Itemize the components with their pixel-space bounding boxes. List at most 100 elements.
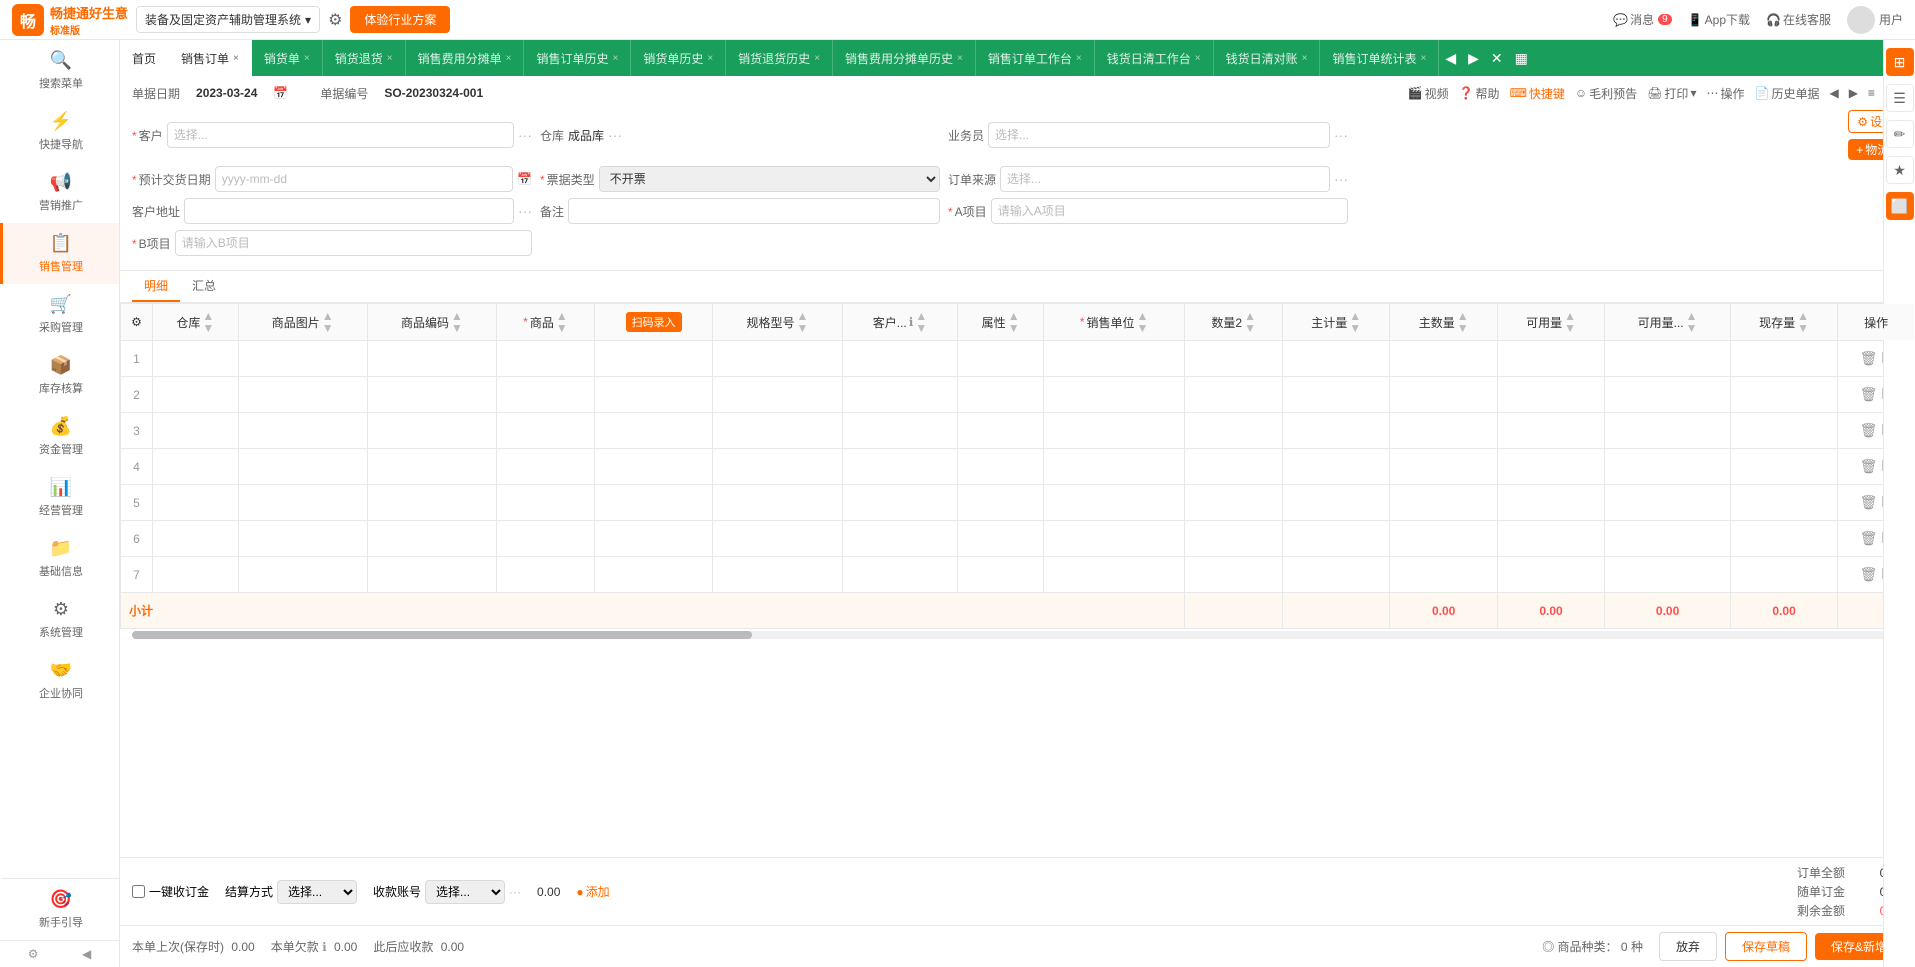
tab-close-icon[interactable]: × [612,53,618,64]
tab-close-icon[interactable]: × [814,53,820,64]
row-spec-model[interactable] [713,341,842,377]
row-qty2[interactable] [1185,341,1283,377]
tab-home[interactable]: 首页 [120,40,169,76]
row-qty2[interactable] [1185,485,1283,521]
row-product-code[interactable] [367,377,496,413]
right-icon-star[interactable]: ★ [1886,156,1914,184]
warehouse-dots[interactable]: ··· [608,127,622,143]
addr-dots[interactable]: ··· [518,203,532,219]
tab-single-history[interactable]: 销货单历史 × [631,40,726,76]
row-qty2[interactable] [1185,557,1283,593]
settings-icon[interactable]: ⚙ [328,10,342,30]
row-customer-code[interactable] [842,341,958,377]
tab-sales-order[interactable]: 销售订单 × [169,40,252,76]
industry-btn[interactable]: 体验行业方案 [350,6,450,33]
online-service-btn[interactable]: 🎧 在线客服 [1766,11,1831,28]
col-settings[interactable]: ⚙ [121,304,153,341]
tab-close-icon[interactable]: × [707,53,713,64]
product-count-icon[interactable]: ◎ [1542,940,1554,954]
tab-close-all-btn[interactable]: ✕ [1485,50,1509,67]
tab-close-icon[interactable]: × [1420,53,1426,64]
delete-row-icon[interactable]: 🗑 [1860,566,1878,583]
row-customer-code[interactable] [842,413,958,449]
collapse-icon[interactable]: ◀ [82,947,91,961]
sidebar-item-sales[interactable]: 📋 销售管理 [0,223,119,284]
tab-close-icon[interactable]: × [304,53,310,64]
sidebar-item-finance[interactable]: 💰 资金管理 [0,406,119,467]
tab-next-btn[interactable]: ▶ [1462,50,1485,67]
sidebar-item-enterprise[interactable]: 🤝 企业协同 [0,650,119,711]
scrollbar-thumb[interactable] [132,631,752,639]
a-project-input[interactable] [991,198,1348,224]
row-main-qty[interactable] [1390,341,1497,377]
date-picker-icon[interactable]: 📅 [517,172,532,186]
row-product[interactable] [497,485,595,521]
shortcut-btn[interactable]: ⌨ 快捷键 [1510,85,1565,102]
one-click-checkbox[interactable] [132,885,145,898]
order-source-input[interactable] [1000,166,1330,192]
row-product[interactable] [497,557,595,593]
row-product[interactable] [497,413,595,449]
tab-prev-btn[interactable]: ◀ [1439,50,1462,67]
row-main-qty[interactable] [1390,521,1497,557]
scrollbar-track[interactable] [132,631,1903,639]
tab-close-icon[interactable]: × [1302,53,1308,64]
row-sales-unit[interactable] [1043,377,1184,413]
tab-close-icon[interactable]: × [506,53,512,64]
delete-row-icon[interactable]: 🗑 [1860,458,1878,475]
sidebar-item-quick-nav[interactable]: ⚡ 快捷导航 [0,101,119,162]
row-warehouse[interactable] [153,449,239,485]
row-product-code[interactable] [367,413,496,449]
tab-close-icon[interactable]: × [233,53,239,64]
row-spec-model[interactable] [713,413,842,449]
view-btn[interactable]: 🎬 视频 [1408,85,1449,102]
payment-select[interactable]: 选择... [277,880,357,904]
tab-cash-reconcile[interactable]: 钱货日清对账 × [1214,40,1321,76]
customer-input[interactable] [167,122,514,148]
sidebar-item-inventory[interactable]: 📦 库存核算 [0,345,119,406]
tab-close-icon[interactable]: × [1195,53,1201,64]
history-btn[interactable]: 📄 历史单据 [1754,85,1819,102]
tab-close-icon[interactable]: × [957,53,963,64]
tab-return-history[interactable]: 销货退货历史 × [726,40,833,76]
sidebar-item-system[interactable]: ⚙ 系统管理 [0,589,119,650]
row-warehouse[interactable] [153,341,239,377]
sidebar-item-basic-info[interactable]: 📁 基础信息 [0,528,119,589]
delivery-date-input[interactable] [215,166,513,192]
tab-order-workbench[interactable]: 销售订单工作台 × [976,40,1095,76]
tab-detail[interactable]: 明细 [132,271,180,302]
tab-fee-history[interactable]: 销售费用分摊单历史 × [833,40,976,76]
customer-dots[interactable]: ··· [518,127,532,143]
remark-input[interactable] [568,198,940,224]
row-attributes[interactable] [958,449,1044,485]
row-customer-code[interactable] [842,485,958,521]
delete-row-icon[interactable]: 🗑 [1860,530,1878,547]
row-attributes[interactable] [958,485,1044,521]
calendar-icon[interactable]: 📅 [273,86,288,100]
b-project-input[interactable] [175,230,532,256]
row-spec-model[interactable] [713,377,842,413]
system-selector[interactable]: 装备及固定资产辅助管理系统 ▾ [136,6,320,33]
row-sales-unit[interactable] [1043,557,1184,593]
row-warehouse[interactable] [153,377,239,413]
tab-cash-workbench[interactable]: 钱货日清工作台 × [1095,40,1214,76]
row-sales-unit[interactable] [1043,521,1184,557]
row-product-code[interactable] [367,341,496,377]
row-product[interactable] [497,341,595,377]
sidebar-item-purchase[interactable]: 🛒 采购管理 [0,284,119,345]
row-spec-model[interactable] [713,485,842,521]
right-icon-table[interactable]: ⊞ [1886,48,1914,76]
row-customer-code[interactable] [842,377,958,413]
row-warehouse[interactable] [153,557,239,593]
row-main-qty[interactable] [1390,557,1497,593]
staff-input[interactable] [988,122,1330,148]
row-warehouse[interactable] [153,485,239,521]
tab-close-icon[interactable]: × [1076,53,1082,64]
row-main-qty[interactable] [1390,377,1497,413]
page-next-btn[interactable]: ▶ [1849,86,1858,100]
app-download-btn[interactable]: 📱 App下载 [1688,11,1750,28]
row-spec-model[interactable] [713,521,842,557]
row-sales-unit[interactable] [1043,449,1184,485]
account-select[interactable]: 选择... [425,880,505,904]
row-product-code[interactable] [367,485,496,521]
